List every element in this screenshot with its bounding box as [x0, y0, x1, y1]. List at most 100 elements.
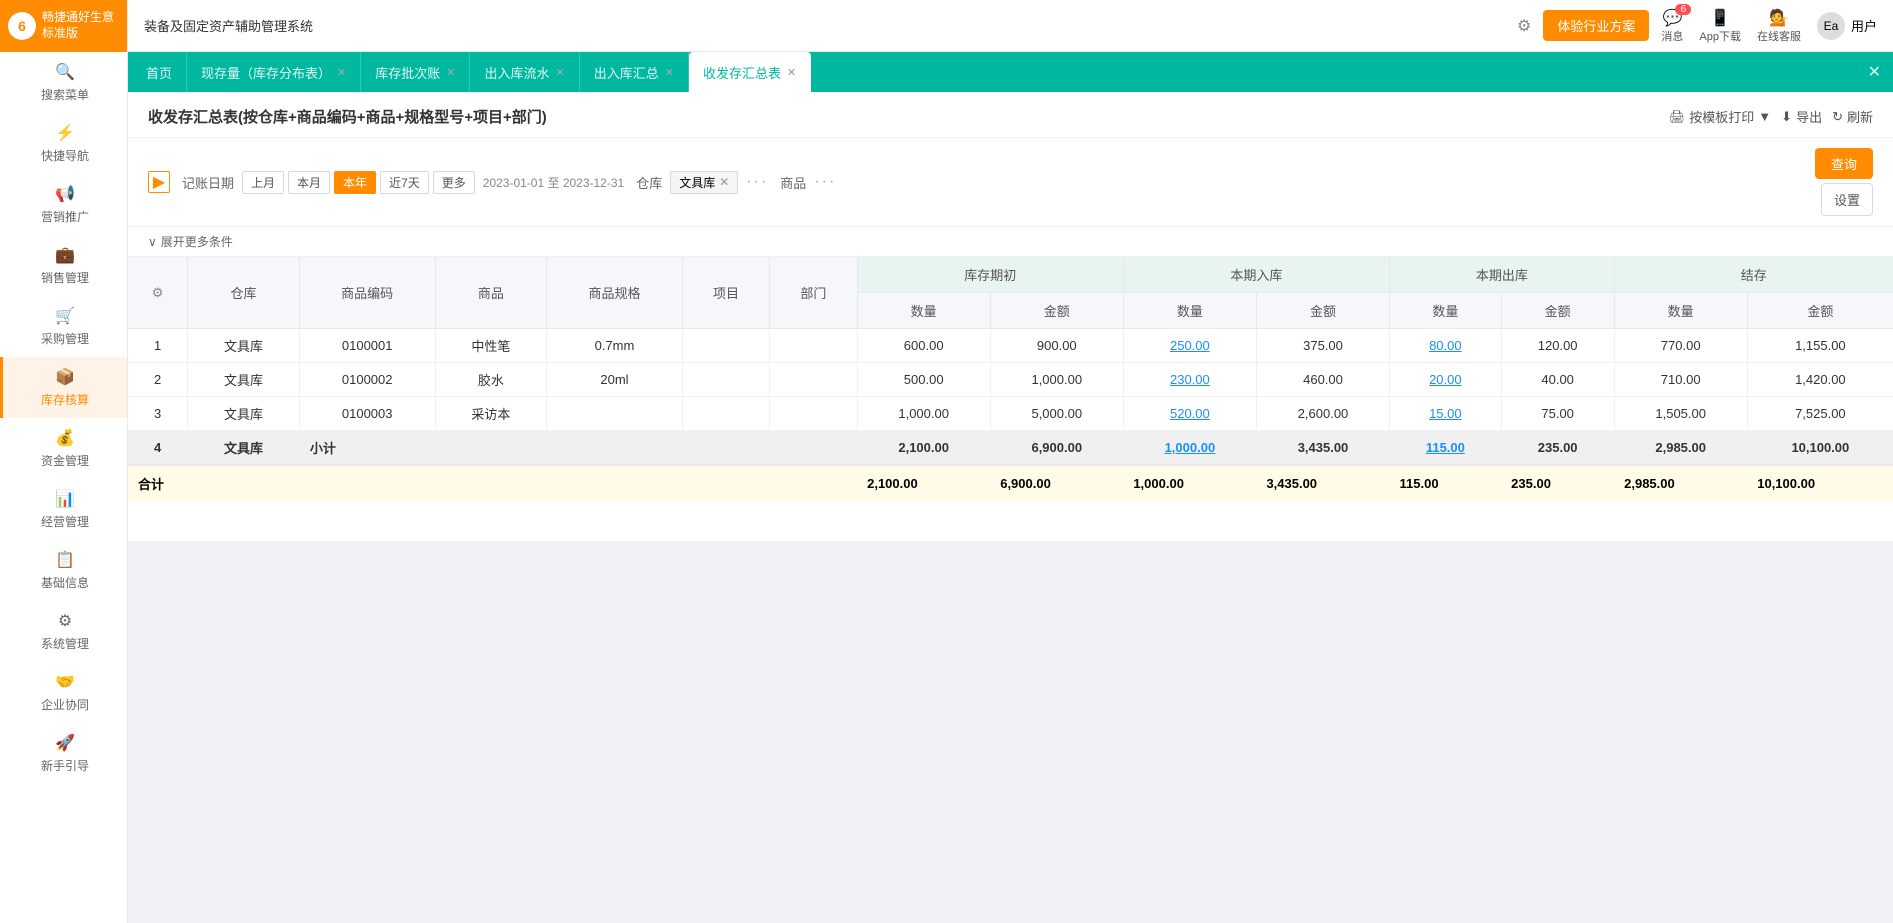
page: 收发存汇总表(按仓库+商品编码+商品+规格型号+项目+部门) 🖨 按模板打印 ▼…	[128, 92, 1893, 923]
app-download-action[interactable]: 📱 App下载	[1699, 8, 1741, 44]
date-btn-prev-month[interactable]: 上月	[242, 171, 284, 194]
tab-label-home: 首页	[146, 63, 172, 82]
system-name: 装备及固定资产辅助管理系统	[144, 16, 1505, 35]
total-in-amt: 3,435.00	[1256, 465, 1389, 501]
export-icon: ⬇	[1781, 109, 1792, 125]
tab-batch-ledger[interactable]: 库存批次账✕	[361, 52, 470, 92]
th-in-amt: 金额	[1256, 293, 1389, 329]
subtotal-balance-qty: 2,985.00	[1614, 431, 1747, 466]
subtotal-out-qty[interactable]: 115.00	[1390, 431, 1502, 466]
tab-in-out-summary[interactable]: 出入库汇总✕	[580, 52, 689, 92]
total-in-qty: 1,000.00	[1123, 465, 1256, 501]
sidebar-label-purchase: 采购管理	[41, 330, 89, 347]
cell-dept-1	[770, 363, 857, 397]
set-btn[interactable]: 设置	[1821, 183, 1873, 216]
sidebar-item-system[interactable]: ⚙系统管理	[0, 601, 127, 662]
tabbar: 首页现存量（库存分布表）✕库存批次账✕出入库流水✕出入库汇总✕收发存汇总表✕✕	[128, 52, 1893, 92]
warehouse-dots-btn[interactable]: ···	[746, 173, 768, 191]
online-service-action[interactable]: 💁 在线客服	[1757, 8, 1801, 44]
cell-in-qty-2[interactable]: 520.00	[1123, 397, 1256, 431]
sidebar-item-guide[interactable]: 🚀新手引导	[0, 723, 127, 784]
cell-code-0: 0100001	[299, 329, 435, 363]
cell-in-qty-1[interactable]: 230.00	[1123, 363, 1256, 397]
date-btn-this-month[interactable]: 本月	[288, 171, 330, 194]
tab-close-in-out-flow[interactable]: ✕	[556, 66, 565, 79]
subtotal-in-qty[interactable]: 1,000.00	[1123, 431, 1256, 466]
total-out-amt: 235.00	[1501, 465, 1614, 501]
table-row: 2 文具库 0100002 胶水 20ml 500.00 1,000.00 23…	[128, 363, 1893, 397]
cell-project-2	[682, 397, 769, 431]
user-menu[interactable]: Ea 用户	[1817, 12, 1877, 40]
tab-close-receive-send-summary[interactable]: ✕	[787, 66, 796, 79]
date-btn-this-year[interactable]: 本年	[334, 171, 376, 194]
experience-btn[interactable]: 体验行业方案	[1543, 10, 1649, 41]
tab-close-batch-ledger[interactable]: ✕	[446, 66, 455, 79]
th-goods-code: 商品编码	[299, 257, 435, 329]
cell-warehouse-1: 文具库	[188, 363, 300, 397]
page-title: 收发存汇总表(按仓库+商品编码+商品+规格型号+项目+部门)	[148, 106, 547, 127]
sidebar-label-guide: 新手引导	[41, 757, 89, 774]
tab-close-in-out-summary[interactable]: ✕	[665, 66, 674, 79]
subtotal-balance-amt: 10,100.00	[1747, 431, 1893, 466]
page-header: 收发存汇总表(按仓库+商品编码+商品+规格型号+项目+部门) 🖨 按模板打印 ▼…	[128, 92, 1893, 138]
th-goods-spec: 商品规格	[547, 257, 683, 329]
tab-receive-send-summary[interactable]: 收发存汇总表✕	[689, 52, 811, 92]
tab-home[interactable]: 首页	[132, 52, 187, 92]
sidebar-item-enterprise[interactable]: 🤝企业协同	[0, 662, 127, 723]
sidebar-item-inventory[interactable]: 📦库存核算	[0, 357, 127, 418]
sidebar-item-purchase[interactable]: 🛒 采购管理	[0, 296, 127, 357]
date-btn-more[interactable]: 更多	[433, 171, 475, 194]
sidebar-item-finance[interactable]: 💰资金管理	[0, 418, 127, 479]
settings-icon[interactable]: ⚙	[1517, 16, 1531, 36]
th-balance: 结存	[1614, 257, 1893, 293]
sidebar-item-marketing[interactable]: 📢营销推广	[0, 174, 127, 235]
sidebar-label-quick-nav: 快捷导航	[41, 147, 89, 164]
sidebar-item-search[interactable]: 🔍搜索菜单	[0, 52, 127, 113]
warehouse-tag-remove[interactable]: ✕	[719, 175, 729, 189]
message-action[interactable]: 6 💬 消息	[1661, 8, 1683, 44]
cell-out-amt-1: 40.00	[1501, 363, 1614, 397]
cell-spec-1: 20ml	[547, 363, 683, 397]
sidebar-icon-purchase: 🛒	[55, 306, 75, 326]
subtotal-warehouse: 文具库	[188, 431, 300, 466]
goods-filter: 商品 ···	[780, 173, 836, 192]
th-settings[interactable]: ⚙	[128, 257, 188, 329]
cell-dept-2	[770, 397, 857, 431]
subtotal-no: 4	[128, 431, 188, 466]
query-btn[interactable]: 查询	[1815, 148, 1873, 179]
print-btn[interactable]: 🖨 按模板打印 ▼	[1669, 107, 1771, 126]
sidebar-item-sales[interactable]: 💼销售管理	[0, 235, 127, 296]
table-settings-icon[interactable]: ⚙	[152, 285, 164, 300]
tab-in-out-flow[interactable]: 出入库流水✕	[470, 52, 579, 92]
export-btn[interactable]: ⬇ 导出	[1781, 107, 1822, 126]
subtotal-label: 小计	[299, 431, 857, 466]
page-inner: 收发存汇总表(按仓库+商品编码+商品+规格型号+项目+部门) 🖨 按模板打印 ▼…	[128, 92, 1893, 541]
user-label: 用户	[1851, 16, 1877, 35]
th-period-in: 本期入库	[1123, 257, 1389, 293]
cell-out-qty-0[interactable]: 80.00	[1390, 329, 1502, 363]
sidebar-item-operations[interactable]: 📊经营管理	[0, 479, 127, 540]
warehouse-label: 仓库	[636, 173, 662, 192]
sidebar-icon-finance: 💰	[55, 428, 75, 448]
date-filter-group: 记账日期 上月 本月 本年 近7天 更多 2023-01-01 至 2023-1…	[182, 171, 624, 194]
sidebar-item-basic-info[interactable]: 📋基础信息	[0, 540, 127, 601]
date-btn-7days[interactable]: 近7天	[380, 171, 429, 194]
tabbar-close-btn[interactable]: ✕	[1860, 62, 1889, 82]
table-subtotal-row: 4 文具库 小计 2,100.00 6,900.00 1,000.00 3,43…	[128, 431, 1893, 466]
expand-conditions-btn[interactable]: ∨ 展开更多条件	[148, 233, 1873, 250]
tab-inventory-dist[interactable]: 现存量（库存分布表）✕	[187, 52, 361, 92]
cell-out-qty-2[interactable]: 15.00	[1390, 397, 1502, 431]
cell-no-2: 3	[128, 397, 188, 431]
refresh-btn[interactable]: ↻ 刷新	[1832, 107, 1873, 126]
cell-warehouse-0: 文具库	[188, 329, 300, 363]
cell-in-qty-0[interactable]: 250.00	[1123, 329, 1256, 363]
subtotal-opening-qty: 2,100.00	[857, 431, 990, 466]
cell-in-amt-0: 375.00	[1256, 329, 1389, 363]
goods-dots-btn[interactable]: ···	[814, 173, 836, 191]
tab-close-inventory-dist[interactable]: ✕	[337, 66, 346, 79]
sidebar-icon-operations: 📊	[55, 489, 75, 509]
warehouse-tag[interactable]: 文具库 ✕	[670, 171, 738, 194]
sidebar-item-quick-nav[interactable]: ⚡快捷导航	[0, 113, 127, 174]
cell-out-qty-1[interactable]: 20.00	[1390, 363, 1502, 397]
filter-toggle-btn[interactable]: ▶	[148, 171, 170, 193]
